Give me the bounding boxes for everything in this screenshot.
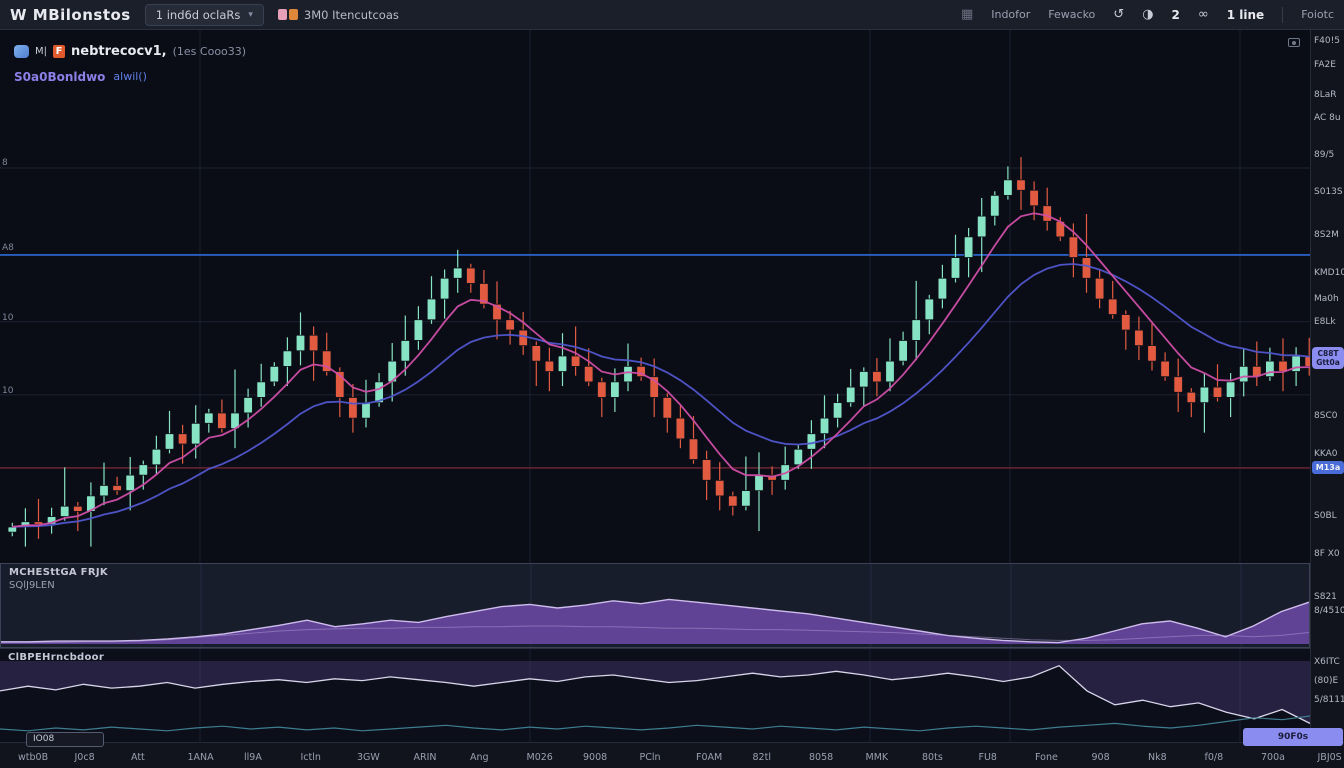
grid-icon[interactable]: ▦ — [961, 7, 973, 22]
price-label: FA2E — [1314, 60, 1336, 70]
chevron-down-icon: ▾ — [248, 10, 253, 20]
symbol-logo-icon — [14, 45, 29, 58]
price-label: 8S2M — [1314, 230, 1339, 240]
candlestick-chart[interactable] — [0, 30, 1310, 563]
top-toolbar: W MBilonstos 1 ind6d oclaRs ▾ 3M0 Itencu… — [0, 0, 1344, 30]
time-label: Att — [131, 752, 145, 763]
legend-indicator-value: alwil() — [113, 70, 147, 84]
time-label: 908 — [1092, 752, 1110, 763]
price-label: S821 — [1314, 592, 1337, 602]
profile-icon[interactable]: 2 — [1172, 8, 1180, 22]
indicator-panel-1[interactable]: MCHESttGA FRJK SQlJ9LEN — [0, 563, 1310, 648]
price-label: S0BL — [1314, 511, 1337, 521]
panel1-title[interactable]: MCHESttGA FRJK — [9, 567, 108, 578]
price-label: E8Lk — [1314, 317, 1336, 327]
toolbar-divider — [1282, 7, 1283, 23]
time-label: JBJ0S — [1318, 752, 1342, 763]
left-axis-tick: 8 — [2, 158, 8, 168]
price-label: (80)E — [1314, 676, 1338, 686]
oscillator-chart[interactable] — [0, 649, 1310, 742]
left-axis-tick: 10 — [2, 386, 13, 396]
alert-price-badge: M13a — [1312, 461, 1344, 474]
legend-indicator-name: S0a0Bonldwo — [14, 70, 105, 84]
panel2-title[interactable]: ClBPEHrncbdoor — [8, 652, 104, 663]
app-logo: W MBilonstos — [10, 6, 131, 24]
main-chart-panel[interactable]: M| F nebtrecocv1, (1es Cooo33) S0a0Bonld… — [0, 30, 1310, 563]
price-label: KMD10 — [1314, 268, 1344, 278]
time-label: F0AM — [696, 752, 722, 763]
time-label: ARIN — [414, 752, 437, 763]
time-label: PCln — [640, 752, 661, 763]
legend-indicator-row[interactable]: S0a0Bonldwo alwil() — [14, 70, 246, 84]
panel2-header: ClBPEHrncbdoor — [8, 652, 104, 663]
price-label: 8F X0 — [1314, 549, 1340, 559]
current-time-badge: 90F0s — [1243, 728, 1343, 746]
time-label: 1ANA — [188, 752, 214, 763]
time-label: Fone — [1035, 752, 1058, 763]
time-label: 8058 — [809, 752, 833, 763]
time-label: 80ts — [922, 752, 943, 763]
time-label: M026 — [527, 752, 553, 763]
infinity-icon[interactable]: ∞ — [1198, 7, 1209, 22]
time-label: 700a — [1261, 752, 1285, 763]
toolbar-right: ▦ Indofor Fewacko ↺ ◑ 2 ∞ 1 line Foiotc — [961, 7, 1334, 23]
chart-legend: M| F nebtrecocv1, (1es Cooo33) S0a0Bonld… — [14, 44, 246, 84]
price-label: 89/5 — [1314, 150, 1334, 160]
time-label: 82tl — [753, 752, 771, 763]
time-label: J0c8 — [75, 752, 95, 763]
current-price-line2: Gtt0a — [1312, 358, 1344, 367]
interval-button[interactable]: 3M0 Itencutcoas — [278, 8, 399, 22]
price-label: 8/4510 — [1314, 606, 1344, 616]
price-label: F40!5 — [1314, 36, 1340, 46]
line-tool-button[interactable]: 1 line — [1227, 8, 1264, 22]
symbol-dropdown-label: 1 ind6d oclaRs — [156, 8, 241, 22]
time-range-box[interactable]: IO08 — [26, 732, 104, 747]
price-label: 8SC0 — [1314, 411, 1337, 421]
current-price-line1: C88T — [1312, 349, 1344, 358]
indicator-panel-2[interactable]: ClBPEHrncbdoor — [0, 648, 1310, 742]
time-label: ll9A — [244, 752, 262, 763]
interval-label: 3M0 Itencutcoas — [304, 8, 399, 22]
panel1-subtitle: SQlJ9LEN — [9, 580, 108, 591]
time-label: 9008 — [583, 752, 607, 763]
indicators-button[interactable]: Indofor — [991, 8, 1030, 21]
time-axis[interactable]: IO08 90F0s wtb0BJ0c8Att1ANAll9AIctln3GWA… — [0, 742, 1344, 768]
symbol-dropdown[interactable]: 1 ind6d oclaRs ▾ — [145, 4, 264, 26]
time-label: Nk8 — [1148, 752, 1167, 763]
left-axis-tick: 10 — [2, 313, 13, 323]
current-price-badge: C88T Gtt0a — [1312, 347, 1344, 369]
price-label: AC 8u — [1314, 113, 1341, 123]
time-label: 3GW — [357, 752, 380, 763]
forecast-button[interactable]: Foiotc — [1301, 8, 1334, 21]
left-axis-tick: A8 — [2, 243, 14, 253]
price-label: X6ITC — [1314, 657, 1340, 667]
price-axis[interactable]: C88T Gtt0a M13a F40!5 FA2E 8LaR AC 8u 89/5 S0… — [1310, 30, 1344, 742]
time-label: Ictln — [301, 752, 321, 763]
legend-symbol-row[interactable]: M| F nebtrecocv1, (1es Cooo33) — [14, 44, 246, 59]
time-label: FU8 — [979, 752, 997, 763]
time-label: wtb0B — [18, 752, 48, 763]
replay-button[interactable]: Fewacko — [1048, 8, 1095, 21]
price-label: KKA0 — [1314, 449, 1338, 459]
price-label: 8LaR — [1314, 90, 1337, 100]
undo-icon[interactable]: ↺ — [1113, 7, 1124, 22]
price-label: S013S — [1314, 187, 1343, 197]
price-label: 5/8111 — [1314, 695, 1344, 705]
trading-app: W MBilonstos 1 ind6d oclaRs ▾ 3M0 Itencu… — [0, 0, 1344, 768]
time-label: f0/8 — [1205, 752, 1224, 763]
time-label: MMK — [866, 752, 889, 763]
legend-symbol-meta: (1es Cooo33) — [173, 45, 246, 58]
symbol-badge-icon: F — [53, 45, 65, 58]
panel1-header: MCHESttGA FRJK SQlJ9LEN — [9, 567, 108, 591]
price-label: Ma0h — [1314, 294, 1339, 304]
legend-marks: M| — [35, 46, 47, 57]
legend-symbol-name: nebtrecocv1, — [71, 44, 167, 59]
interval-icon2 — [289, 9, 298, 20]
theme-icon[interactable]: ◑ — [1142, 7, 1153, 22]
area-indicator-chart[interactable] — [1, 564, 1309, 647]
interval-icon — [278, 9, 287, 20]
camera-icon[interactable] — [1288, 38, 1300, 47]
time-label: Ang — [470, 752, 489, 763]
